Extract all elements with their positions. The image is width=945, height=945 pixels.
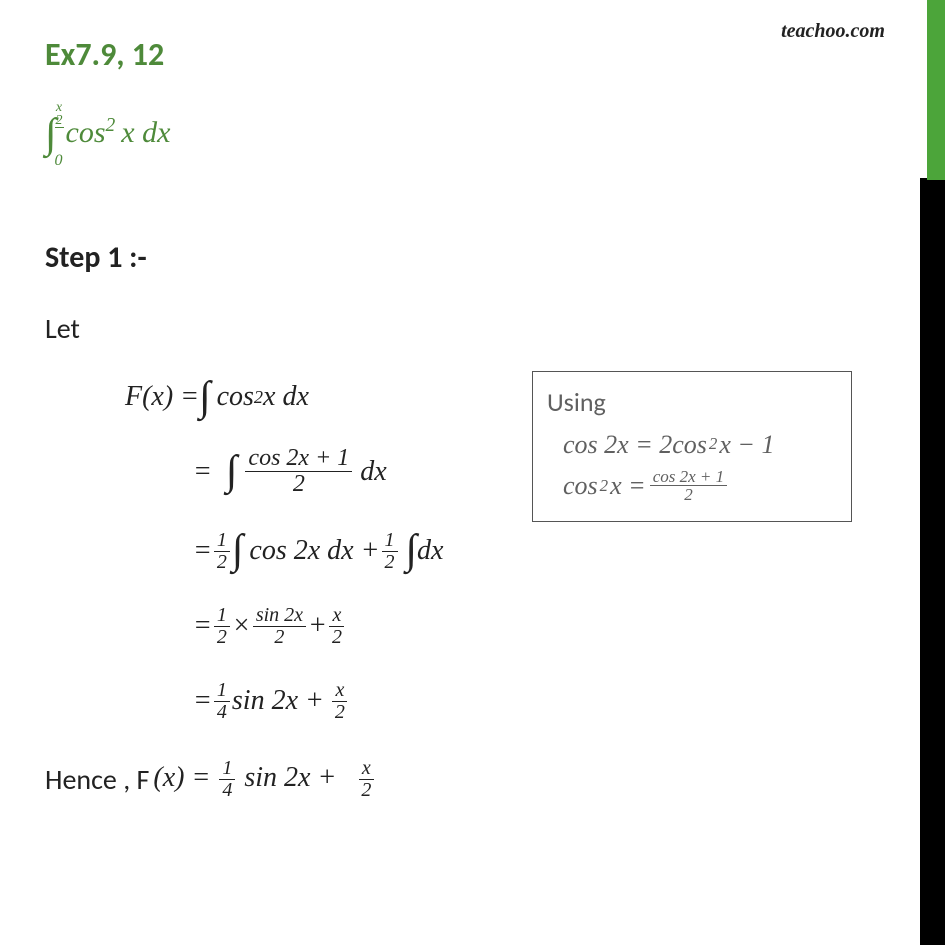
watermark: teachoo.com — [781, 20, 885, 43]
fraction: 1 2 — [214, 530, 230, 573]
problem-expression: ∫ x2 0 cos2x dx — [45, 102, 875, 169]
fraction: x 2 — [329, 605, 345, 648]
integral-icon: ∫ — [226, 455, 238, 489]
integral-icon: ∫ — [406, 534, 418, 568]
exercise-title: Ex7.9, 12 — [45, 35, 875, 74]
step-heading: Step 1 :- — [45, 239, 875, 276]
hint-heading: Using — [547, 382, 837, 424]
fraction: cos 2x + 1 2 — [650, 468, 727, 505]
fraction: x 2 — [332, 680, 348, 723]
fraction: sin 2x 2 — [253, 605, 306, 648]
let-text: Let — [45, 311, 875, 346]
page-content: teachoo.com Ex7.9, 12 ∫ x2 0 cos2x dx St… — [0, 0, 920, 821]
math-line-3: = 1 2 ∫ cos 2x dx + 1 2 ∫ dx — [193, 530, 875, 573]
fraction: 1 2 — [214, 605, 230, 648]
scrollbar-thumb[interactable] — [927, 180, 945, 945]
integral-icon: ∫ — [199, 381, 211, 415]
fraction: 1 4 — [219, 758, 235, 801]
fraction: 1 4 — [214, 680, 230, 723]
fraction: cos 2x + 1 2 — [245, 446, 352, 497]
hint-row-1: cos 2x = 2cos2 x − 1 — [563, 424, 837, 466]
fraction: x 2 — [358, 758, 374, 801]
hint-box: Using cos 2x = 2cos2 x − 1 cos2 x = cos … — [532, 371, 852, 522]
hence-line: Hence , F (x) = 1 4 sin 2x + x 2 — [45, 758, 875, 801]
integral-icon: ∫ — [232, 534, 244, 568]
hint-row-2: cos2 x = cos 2x + 1 2 — [563, 465, 837, 507]
fraction: 1 2 — [382, 530, 398, 573]
math-line-4: = 1 2 × sin 2x 2 + x 2 — [193, 605, 875, 648]
page-edge — [920, 178, 927, 945]
integral-icon: ∫ — [45, 118, 57, 152]
math-line-5: = 1 4 sin 2x + x 2 — [193, 680, 875, 723]
